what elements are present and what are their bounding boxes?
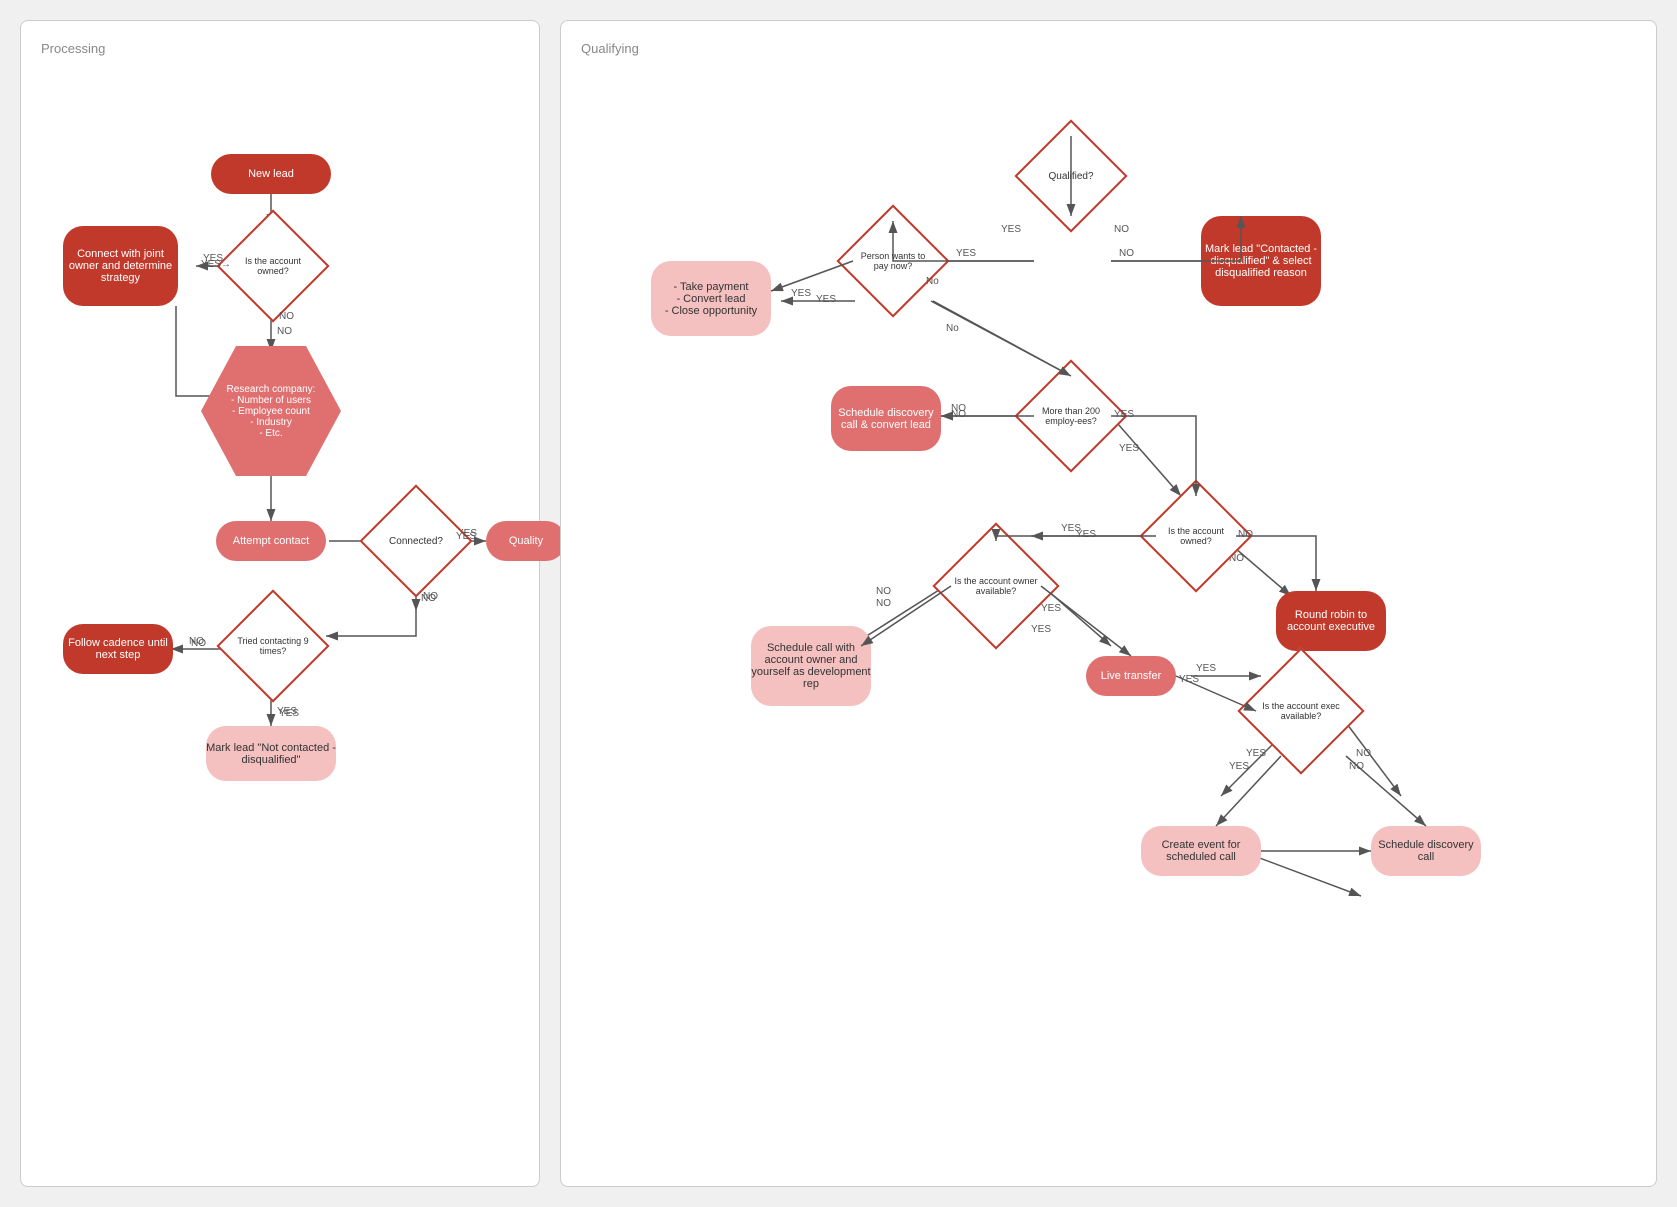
is-account-owned-diamond: Is the account owned? xyxy=(233,226,313,306)
svg-text:NO: NO xyxy=(876,598,891,609)
acct-exec-avail-diamond: Is the account exec available? xyxy=(1256,666,1346,756)
left-panel-title: Processing xyxy=(41,41,519,56)
svg-text:NO: NO xyxy=(277,326,292,337)
person-pay-diamond: Person wants to pay now? xyxy=(853,221,933,301)
take-payment-node: - Take payment - Convert lead - Close op… xyxy=(651,261,771,336)
schedule-call-owner-node: Schedule call with account owner and you… xyxy=(751,626,871,706)
svg-text:YES: YES xyxy=(1041,603,1061,614)
yes-label-200emp: YES xyxy=(1114,409,1134,420)
svg-text:No: No xyxy=(946,323,959,334)
right-flowchart: YES NO YES No NO YES YES xyxy=(581,66,1636,1166)
yes-label-live-transfer: YES xyxy=(1179,674,1199,685)
new-lead-node: New lead xyxy=(211,154,331,194)
live-transfer-node: Live transfer xyxy=(1086,656,1176,696)
main-container: Processing YES NO xyxy=(20,20,1657,1187)
no-label-acct-owned2: NO xyxy=(1238,529,1253,540)
no-label-account-owned: NO xyxy=(279,311,294,322)
follow-cadence-node: Follow cadence until next step xyxy=(63,624,173,674)
right-panel-title: Qualifying xyxy=(581,41,1636,56)
mark-contacted-disq-node: Mark lead "Contacted - disqualified" & s… xyxy=(1201,216,1321,306)
svg-text:NO: NO xyxy=(1356,748,1371,759)
svg-text:YES: YES xyxy=(956,248,976,259)
left-flowchart: YES NO YES NO YE xyxy=(41,66,519,1116)
yes-label-connected: YES xyxy=(456,531,476,542)
create-event-node: Create event for scheduled call xyxy=(1141,826,1261,876)
schedule-disc-call-node: Schedule discovery call xyxy=(1371,826,1481,876)
quality-node: Quality xyxy=(486,521,566,561)
yes-label-exec-avail: YES xyxy=(1229,761,1249,772)
connect-joint-node: Connect with joint owner and determine s… xyxy=(63,226,178,306)
yes-label-qualified: YES xyxy=(1001,224,1021,235)
mark-not-contacted-node: Mark lead "Not contacted - disqualified" xyxy=(206,726,336,781)
svg-text:YES: YES xyxy=(1119,443,1139,454)
svg-text:NO: NO xyxy=(1119,248,1134,259)
no-label-qualified: NO xyxy=(1114,224,1129,235)
no-label-tried9: NO xyxy=(191,638,206,649)
round-robin-node: Round robin to account executive xyxy=(1276,591,1386,651)
yes-label-acct-owned2: YES xyxy=(1076,529,1096,540)
attempt-contact-node: Attempt contact xyxy=(216,521,326,561)
no-label-200emp: NO xyxy=(951,409,966,420)
right-panel: Qualifying YES NO YES No NO xyxy=(560,20,1657,1187)
right-extra-arrows xyxy=(581,66,1636,1166)
yes-label-tried9: YES xyxy=(279,708,299,719)
schedule-disc-convert-node: Schedule discovery call & convert lead xyxy=(831,386,941,451)
acct-owner-avail-diamond: Is the account owner available? xyxy=(951,541,1041,631)
research-company-node: Research company: - Number of users - Em… xyxy=(201,346,341,476)
is-account-owned2-diamond: Is the account owned? xyxy=(1156,496,1236,576)
svg-text:YES: YES xyxy=(1196,663,1216,674)
left-panel: Processing YES NO xyxy=(20,20,540,1187)
no-label-owner-avail: NO xyxy=(876,586,891,597)
right-arrows: YES NO YES No NO YES YES xyxy=(581,66,1636,1166)
connected-diamond: Connected? xyxy=(376,501,456,581)
qualified-diamond: Qualified? xyxy=(1031,136,1111,216)
yes-label-account-owned: YES→ xyxy=(201,259,231,270)
yes-label-person-pay: YES xyxy=(816,294,836,305)
more-200-diamond: More than 200 employ-ees? xyxy=(1031,376,1111,456)
no-label-connected: NO xyxy=(423,591,438,602)
no-label-exec-avail: NO xyxy=(1349,761,1364,772)
svg-text:YES: YES xyxy=(791,288,811,299)
tried-9-diamond: Tried contacting 9 times? xyxy=(233,606,313,686)
